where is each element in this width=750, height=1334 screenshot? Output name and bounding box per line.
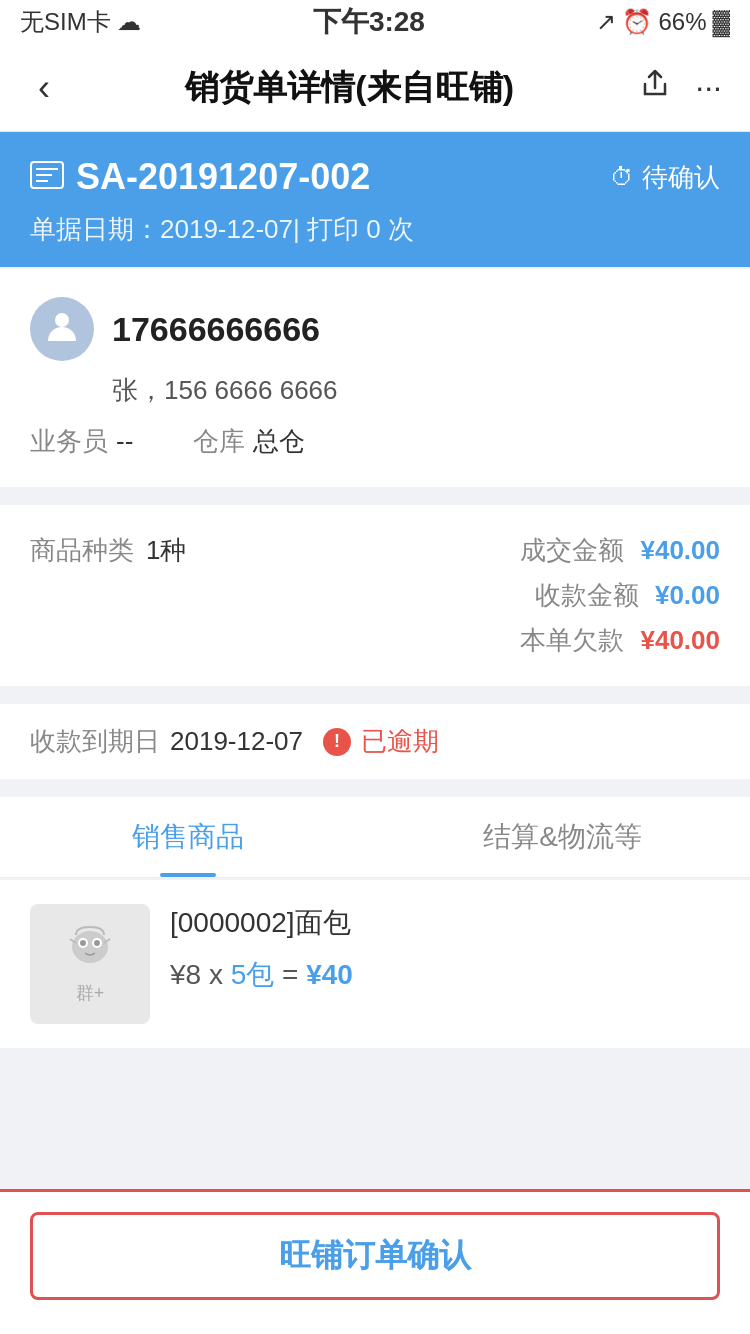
avatar (30, 297, 94, 361)
tab-settlement-label: 结算&物流等 (483, 818, 642, 856)
received-row: 收款金额 ¥0.00 (535, 578, 720, 613)
location-icon: ↗ (596, 8, 616, 36)
customer-card: 17666666666 张，156 6666 6666 业务员 -- 仓库 总仓 (0, 269, 750, 487)
clock-icon: ⏱ (610, 163, 634, 191)
battery-icon: ▓ (713, 8, 731, 36)
order-id: SA-20191207-002 (30, 156, 370, 198)
transaction-row: 成交金额 ¥40.00 (520, 533, 720, 568)
owed-value: ¥40.00 (640, 625, 720, 656)
customer-phone: 17666666666 (112, 310, 320, 349)
price-qty: 5包 (231, 959, 275, 990)
back-button[interactable]: ‹ (28, 57, 60, 119)
nav-bar: ‹ 销货单详情(来自旺铺) ··· (0, 44, 750, 132)
product-card: 群+ [0000002]面包 ¥8 x 5包 = ¥40 (0, 880, 750, 1048)
product-info: [0000002]面包 ¥8 x 5包 = ¥40 (170, 904, 720, 994)
warehouse-label: 仓库 (193, 424, 245, 459)
status-badge: ⏱ 待确认 (610, 160, 720, 195)
received-label: 收款金额 (535, 578, 639, 613)
tab-settlement[interactable]: 结算&物流等 (375, 797, 750, 877)
warehouse-value: 总仓 (253, 424, 305, 459)
tab-sales-label: 销售商品 (132, 818, 244, 856)
transaction-value: ¥40.00 (640, 535, 720, 566)
brand-owl-icon (62, 923, 118, 977)
separator-1 (0, 489, 750, 505)
status-label: 待确认 (642, 160, 720, 195)
summary-card: 商品种类 1种 成交金额 ¥40.00 收款金额 ¥0.00 本单欠款 ¥40.… (0, 505, 750, 686)
nav-actions: ··· (639, 68, 722, 108)
warehouse-meta: 仓库 总仓 (193, 424, 305, 459)
tabs-container: 销售商品 结算&物流等 (0, 797, 750, 878)
due-date-card: 收款到期日 2019-12-07 ! 已逾期 (0, 704, 750, 779)
tab-sales-products[interactable]: 销售商品 (0, 797, 375, 877)
product-image: 群+ (30, 904, 150, 1024)
user-icon (44, 307, 80, 352)
battery-label: 66% (658, 8, 706, 36)
separator-2 (0, 688, 750, 704)
brand-text: 群+ (76, 981, 105, 1005)
svg-point-4 (55, 313, 69, 327)
product-type-row: 商品种类 1种 (30, 533, 186, 568)
bottom-button-wrap: 旺铺订单确认 (0, 1189, 750, 1334)
received-value: ¥0.00 (655, 580, 720, 611)
product-name: [0000002]面包 (170, 904, 720, 942)
customer-meta: 业务员 -- 仓库 总仓 (30, 424, 720, 459)
separator-3 (0, 781, 750, 797)
status-left: 无SIM卡 ☁ (20, 6, 141, 38)
svg-point-9 (94, 940, 100, 946)
sales-value: -- (116, 426, 133, 457)
page-title: 销货单详情(来自旺铺) (185, 65, 514, 111)
share-icon[interactable] (639, 68, 671, 108)
status-bar: 无SIM卡 ☁ 下午3:28 ↗ ⏰ 66% ▓ (0, 0, 750, 44)
order-icon (30, 156, 64, 198)
due-label: 收款到期日 (30, 724, 160, 759)
overdue-icon: ! (323, 728, 351, 756)
order-date: 单据日期：2019-12-07| 打印 0 次 (30, 212, 720, 247)
owed-label: 本单欠款 (520, 623, 624, 658)
status-time: 下午3:28 (313, 3, 425, 41)
due-date-value: 2019-12-07 (170, 726, 303, 757)
transaction-label: 成交金额 (520, 533, 624, 568)
confirm-button[interactable]: 旺铺订单确认 (30, 1212, 720, 1300)
product-image-inner: 群+ (62, 923, 118, 1005)
product-type-value: 1种 (146, 533, 186, 568)
product-type-label: 商品种类 (30, 533, 134, 568)
price-separator: = (274, 959, 306, 990)
price-label: ¥8 x (170, 959, 231, 990)
sales-label: 业务员 (30, 424, 108, 459)
tab-underline (160, 873, 216, 877)
customer-name: 张，156 6666 6666 (30, 373, 720, 408)
price-total: ¥40 (306, 959, 353, 990)
sales-meta: 业务员 -- (30, 424, 133, 459)
alarm-icon: ⏰ (622, 8, 652, 36)
product-price: ¥8 x 5包 = ¥40 (170, 956, 720, 994)
summary-right: 成交金额 ¥40.00 收款金额 ¥0.00 本单欠款 ¥40.00 (520, 533, 720, 658)
status-right: ↗ ⏰ 66% ▓ (596, 8, 730, 36)
owed-row: 本单欠款 ¥40.00 (520, 623, 720, 658)
sim-label: 无SIM卡 ☁ (20, 6, 141, 38)
summary-left: 商品种类 1种 (30, 533, 186, 568)
header-top: SA-20191207-002 ⏱ 待确认 (30, 156, 720, 198)
overdue-text: 已逾期 (361, 724, 439, 759)
header-card: SA-20191207-002 ⏱ 待确认 单据日期：2019-12-07| 打… (0, 132, 750, 267)
more-icon[interactable]: ··· (695, 69, 722, 106)
customer-row: 17666666666 (30, 297, 720, 361)
svg-point-8 (80, 940, 86, 946)
svg-point-5 (72, 931, 108, 963)
